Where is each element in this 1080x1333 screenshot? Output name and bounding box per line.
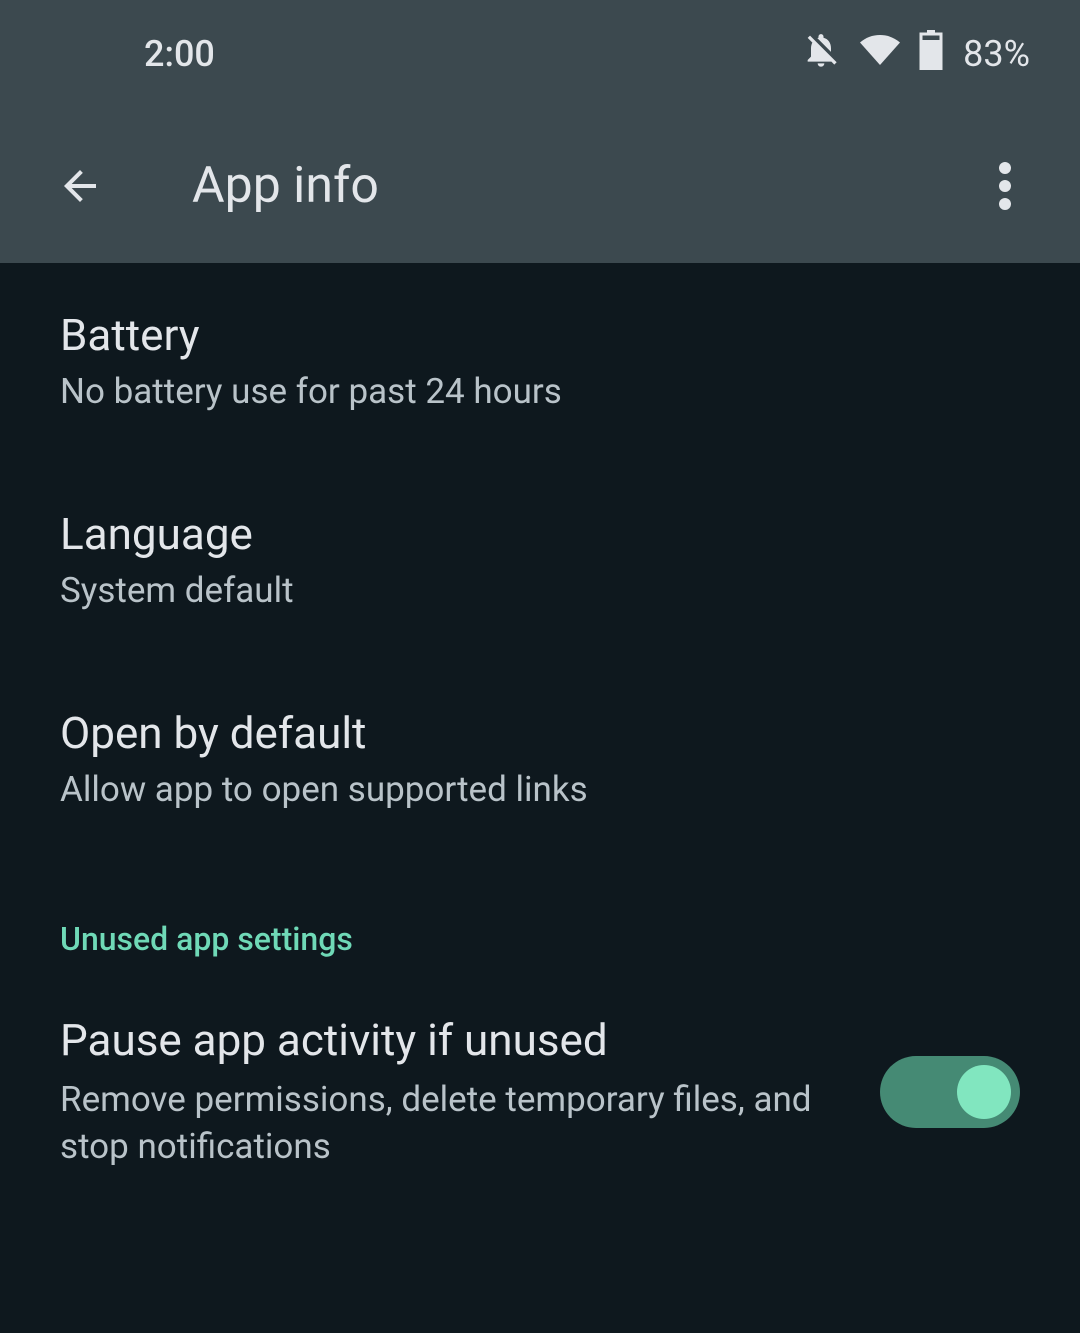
open-by-default-subtitle: Allow app to open supported links [60,769,1020,810]
toggle-text: Pause app activity if unused Remove perm… [60,1014,840,1171]
language-subtitle: System default [60,570,1020,611]
wifi-icon [859,30,901,79]
pause-app-activity-item[interactable]: Pause app activity if unused Remove perm… [0,968,1080,1221]
page-title: App info [192,157,379,215]
pause-title: Pause app activity if unused [60,1014,840,1066]
back-button[interactable] [50,156,110,216]
switch-thumb [957,1065,1011,1119]
open-by-default-title: Open by default [60,707,1020,759]
content: Battery No battery use for past 24 hours… [0,263,1080,1221]
language-title: Language [60,508,1020,560]
more-button[interactable] [980,156,1030,216]
arrow-back-icon [56,162,104,210]
status-time: 2:00 [144,33,215,75]
status-icons: 83% [801,30,1030,79]
battery-percent: 83% [963,33,1030,75]
battery-icon [919,30,943,79]
battery-item[interactable]: Battery No battery use for past 24 hours [0,263,1080,462]
battery-title: Battery [60,309,1020,361]
status-bar: 2:00 83% [0,0,1080,108]
language-item[interactable]: Language System default [0,462,1080,661]
pause-subtitle: Remove permissions, delete temporary fil… [60,1076,840,1171]
pause-toggle-switch[interactable] [880,1056,1020,1128]
more-vert-icon [998,162,1012,210]
dnd-off-icon [801,30,841,79]
section-header-unused: Unused app settings [0,860,1080,968]
app-bar: App info [0,108,1080,263]
battery-subtitle: No battery use for past 24 hours [60,371,1020,412]
open-by-default-item[interactable]: Open by default Allow app to open suppor… [0,661,1080,860]
